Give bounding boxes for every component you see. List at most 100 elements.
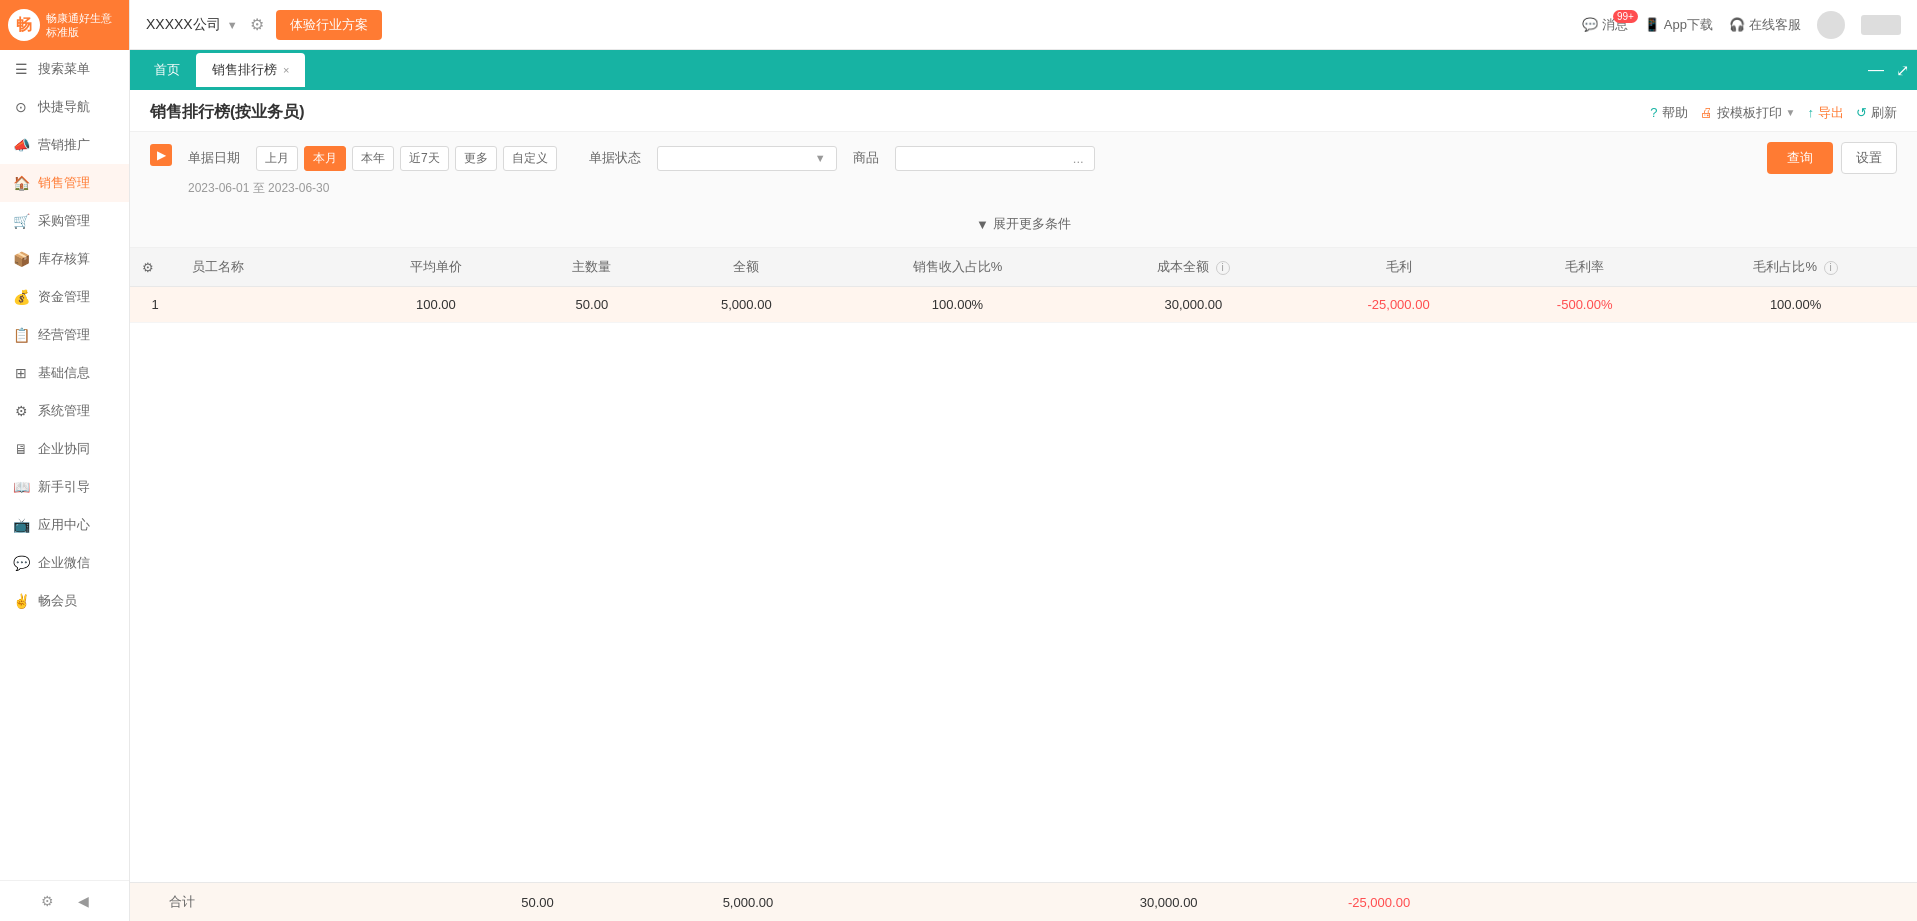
sidebar-item-enterprise-wechat[interactable]: 💬 企业微信 [0,544,129,582]
topbar-message-btn[interactable]: 💬 消息 99+ [1582,16,1628,34]
company-selector[interactable]: XXXXX公司 ▼ [146,16,238,34]
gross-pct-info-icon[interactable]: i [1824,261,1838,275]
collab-icon: 🖥 [12,441,30,457]
date-btn-this-year[interactable]: 本年 [352,146,394,171]
maximize-window-btn[interactable]: ⤢ [1896,61,1909,80]
filter-row-1: 单据日期 上月 本月 本年 近7天 更多 自定义 单据状态 [188,142,1897,174]
sidebar-menu: ☰ 搜索菜单 ⊙ 快捷导航 📣 营销推广 🏠 销售管理 🛒 采购管理 📦 库存核… [0,50,129,880]
settings-button[interactable]: 设置 [1841,142,1897,174]
sidebar-item-inventory[interactable]: 📦 库存核算 [0,240,129,278]
user-name[interactable] [1861,15,1901,35]
app-center-icon: 📺 [12,517,30,533]
page-content: 销售排行榜(按业务员) ? 帮助 🖨 按模板打印 ▼ ↑ 导出 ↺ 刷新 [130,90,1917,921]
basic-info-icon: ⊞ [12,365,30,381]
cell-gross: -25,000.00 [1302,287,1495,323]
col-gross-pct: 毛利占比% i [1674,248,1917,287]
expand-conditions-btn[interactable]: ▼ 展开更多条件 [964,211,1083,237]
query-button[interactable]: 查询 [1767,142,1833,174]
print-icon: 🖨 [1700,105,1713,120]
col-qty: 主数量 [521,248,662,287]
footer-qty: 50.00 [432,895,642,910]
sidebar-item-beginner[interactable]: 📖 新手引导 [0,468,129,506]
table-footer: 合计 50.00 5,000.00 30,000.00 -25,000.00 [130,882,1917,921]
sidebar-item-quick-nav[interactable]: ⊙ 快捷导航 [0,88,129,126]
system-icon: ⚙ [12,403,30,419]
operations-icon: 📋 [12,327,30,343]
status-filter-input[interactable]: ▼ [657,146,837,171]
print-btn[interactable]: 🖨 按模板打印 ▼ [1700,104,1796,122]
headset-icon: 🎧 [1729,17,1745,32]
search-icon: ☰ [12,61,30,77]
sidebar-item-purchase[interactable]: 🛒 采购管理 [0,202,129,240]
export-btn[interactable]: ↑ 导出 [1808,104,1845,122]
topbar-settings-icon[interactable]: ⚙ [250,15,264,34]
nav-tab-window-actions: — ⤢ [1868,61,1909,80]
date-btn-last-month[interactable]: 上月 [256,146,298,171]
date-btn-7days[interactable]: 近7天 [400,146,449,171]
trial-button[interactable]: 体验行业方案 [276,10,382,40]
cell-gross-pct: 100.00% [1674,287,1917,323]
print-chevron-icon: ▼ [1786,107,1796,118]
filter-expand-icon[interactable]: ▶ [150,144,172,166]
table-header: ⚙ 员工名称 平均单价 主数量 全额 销售收入占比% 成本全额 i 毛利 毛利率 [130,248,1917,287]
topbar-app-download-btn[interactable]: 📱 App下载 [1644,16,1713,34]
table-row: 1 100.00 50.00 5,000.00 100.00% 30,000.0… [130,287,1917,323]
nav-tabs: 首页 销售排行榜 × — ⤢ [130,50,1917,90]
settings-gear-icon[interactable]: ⚙ [142,260,154,275]
message-icon: 💬 [1582,17,1598,32]
sidebar-item-capital[interactable]: 💰 资金管理 [0,278,129,316]
tab-home[interactable]: 首页 [138,53,196,87]
col-cost: 成本全额 i [1085,248,1302,287]
message-badge: 99+ [1613,10,1638,23]
sidebar-item-app-center[interactable]: 📺 应用中心 [0,506,129,544]
sidebar-logo: 畅 畅康通好生意 标准版 [0,0,129,50]
avatar[interactable] [1817,11,1845,39]
close-tab-icon[interactable]: × [283,64,289,76]
cost-info-icon[interactable]: i [1216,261,1230,275]
expand-conditions-row: ▼ 展开更多条件 [150,203,1897,237]
date-filter-label: 单据日期 [188,149,240,167]
status-chevron-icon: ▼ [815,152,826,164]
sidebar-collapse-btn[interactable]: ◀ [70,889,97,913]
data-table: ⚙ 员工名称 平均单价 主数量 全额 销售收入占比% 成本全额 i 毛利 毛利率 [130,248,1917,323]
sidebar-item-marketing[interactable]: 📣 营销推广 [0,126,129,164]
logo-text: 畅康通好生意 标准版 [46,11,112,40]
goods-value [906,151,910,166]
page-actions: ? 帮助 🖨 按模板打印 ▼ ↑ 导出 ↺ 刷新 [1650,104,1897,122]
member-icon: ✌ [12,593,30,609]
phone-icon: 📱 [1644,17,1660,32]
inventory-icon: 📦 [12,251,30,267]
date-btn-custom[interactable]: 自定义 [503,146,557,171]
cell-amount: 5,000.00 [663,287,830,323]
cell-rank: 1 [130,287,180,323]
page-title: 销售排行榜(按业务员) [150,102,305,123]
topbar: XXXXX公司 ▼ ⚙ 体验行业方案 💬 消息 99+ 📱 App下载 🎧 在线… [130,0,1917,50]
goods-more-icon: ... [1073,151,1084,166]
col-amount: 全额 [663,248,830,287]
sidebar-item-operations[interactable]: 📋 经营管理 [0,316,129,354]
table-body: 1 100.00 50.00 5,000.00 100.00% 30,000.0… [130,287,1917,323]
topbar-online-service-btn[interactable]: 🎧 在线客服 [1729,16,1801,34]
col-name: 员工名称 [180,248,351,287]
sidebar-item-enterprise-collab[interactable]: 🖥 企业协同 [0,430,129,468]
status-filter-label: 单据状态 [589,149,641,167]
sidebar-item-member[interactable]: ✌ 畅会员 [0,582,129,620]
logo-icon: 畅 [8,9,40,41]
minimize-window-btn[interactable]: — [1868,61,1884,79]
date-btn-this-month[interactable]: 本月 [304,146,346,171]
sidebar: 畅 畅康通好生意 标准版 ☰ 搜索菜单 ⊙ 快捷导航 📣 营销推广 🏠 销售管理… [0,0,130,921]
refresh-btn[interactable]: ↺ 刷新 [1856,104,1897,122]
purchase-icon: 🛒 [12,213,30,229]
date-btn-more[interactable]: 更多 [455,146,497,171]
sidebar-item-sales[interactable]: 🏠 销售管理 [0,164,129,202]
sidebar-item-basic-info[interactable]: ⊞ 基础信息 [0,354,129,392]
sidebar-settings-btn[interactable]: ⚙ [33,889,62,913]
help-icon: ? [1650,105,1657,120]
capital-icon: 💰 [12,289,30,305]
goods-filter-input[interactable]: ... [895,146,1095,171]
cell-name [180,287,351,323]
tab-sales-ranking[interactable]: 销售排行榜 × [196,53,305,87]
sidebar-item-search-order[interactable]: ☰ 搜索菜单 [0,50,129,88]
help-btn[interactable]: ? 帮助 [1650,104,1687,122]
sidebar-item-system[interactable]: ⚙ 系统管理 [0,392,129,430]
